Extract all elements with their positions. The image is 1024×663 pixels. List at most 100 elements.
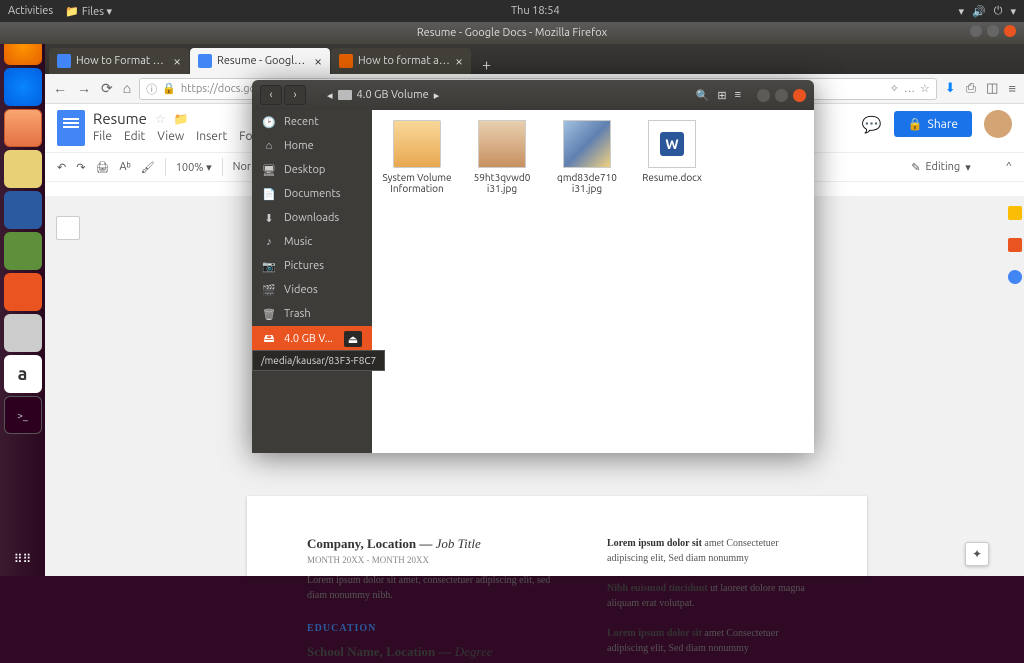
sidebar-item-trash[interactable]: 🗑Trash (252, 302, 372, 326)
sidebar-item-desktop[interactable]: 🖥Desktop (252, 158, 372, 182)
file-thumbnail (478, 120, 526, 168)
clock[interactable]: Thu 18:54 (112, 5, 958, 17)
paint-format-icon[interactable]: 🖌 (141, 161, 155, 174)
file-item[interactable]: System Volume Information (382, 120, 452, 194)
tab-close-icon[interactable]: × (173, 53, 181, 69)
forward-button[interactable]: → (77, 80, 91, 97)
downloads-icon[interactable]: ⬇ (945, 81, 956, 96)
sidebar-icon[interactable]: ◫ (986, 81, 998, 96)
docs-logo-icon[interactable] (57, 110, 85, 146)
file-thumbnail (563, 120, 611, 168)
maximize-button[interactable] (987, 25, 999, 37)
print-icon[interactable]: 🖨 (95, 161, 109, 174)
files-forward-button[interactable]: › (284, 85, 306, 105)
comments-icon[interactable]: 💬 (862, 115, 882, 134)
bookmark-star-icon[interactable]: ☆ (920, 82, 930, 95)
editing-mode-button[interactable]: ✎Editing▾ (901, 161, 981, 174)
explore-button[interactable]: ✦ (965, 542, 989, 566)
amazon-launcher[interactable]: a (4, 355, 42, 393)
document-title[interactable]: Resume (93, 110, 147, 127)
star-icon[interactable]: ☆ (155, 112, 166, 126)
file-item[interactable]: qmd83de710i31.jpg (552, 120, 622, 194)
help-launcher[interactable] (4, 314, 42, 352)
reload-button[interactable]: ⟳ (101, 80, 113, 97)
files-launcher[interactable] (4, 109, 42, 147)
file-item[interactable]: Resume.docx (637, 120, 707, 194)
sidebar-item-downloads[interactable]: ⬇Downloads (252, 206, 372, 230)
libreoffice-calc-launcher[interactable] (4, 232, 42, 270)
tab-close-icon[interactable]: × (314, 53, 322, 69)
new-tab-button[interactable]: + (472, 56, 501, 74)
view-grid-icon[interactable]: ⊞ (717, 89, 726, 102)
menu-view[interactable]: View (157, 130, 184, 143)
files-back-button[interactable]: ‹ (260, 85, 282, 105)
sidebar-item-recent[interactable]: 🕑Recent (252, 110, 372, 134)
menu-file[interactable]: File (93, 130, 112, 143)
gnome-topbar: Activities 📁Files ▾ Thu 18:54 ▾ 🔊 ⏻ ▾ (0, 0, 1024, 22)
document-page[interactable]: Company, Location — Job Title MONTH 20XX… (247, 496, 867, 576)
redo-icon[interactable]: ↷ (76, 161, 85, 174)
tasks-addon-icon[interactable] (1008, 270, 1022, 284)
sidebar-item-music[interactable]: ♪Music (252, 230, 372, 254)
files-maximize-button[interactable] (775, 89, 788, 102)
browser-tab[interactable]: How to Format USB Dri...× (49, 48, 189, 74)
file-item[interactable]: 59ht3qvwd0i31.jpg (467, 120, 537, 194)
power-icon[interactable]: ⏻ (994, 5, 1003, 18)
home-button[interactable]: ⌂ (123, 80, 131, 97)
file-thumbnail (648, 120, 696, 168)
files-sidebar: 🕑Recent⌂Home🖥Desktop📄Documents⬇Downloads… (252, 110, 372, 453)
files-minimize-button[interactable] (757, 89, 770, 102)
library-icon[interactable]: ⎙ (966, 81, 976, 96)
back-button[interactable]: ← (53, 80, 67, 97)
menu-icon[interactable]: ≡ (1008, 81, 1016, 96)
zoom-select[interactable]: 100% ▾ (176, 161, 212, 174)
volume-icon[interactable]: 🔊 (972, 5, 986, 18)
browser-tab-active[interactable]: Resume - Google Docs× (190, 48, 330, 74)
view-options-icon[interactable]: ≡ (735, 89, 741, 101)
path-bar[interactable]: ◂ 4.0 GB Volume ▸ (312, 89, 690, 102)
sidebar-volume-active[interactable]: 🖴 4.0 GB V... ⏏ (252, 326, 372, 352)
eject-icon[interactable]: ⏏ (344, 331, 362, 347)
drive-icon: 🖴 (262, 332, 276, 346)
terminal-launcher[interactable]: >_ (4, 396, 42, 434)
sidebar-item-home[interactable]: ⌂Home (252, 134, 372, 158)
sidebar-item-videos[interactable]: 🎬Videos (252, 278, 372, 302)
files-content-area[interactable]: System Volume Information59ht3qvwd0i31.j… (372, 110, 814, 453)
system-menu-icon[interactable]: ▾ (1010, 5, 1016, 18)
rhythmbox-launcher[interactable] (4, 150, 42, 188)
spellcheck-icon[interactable]: Aᵇ (119, 161, 130, 173)
outline-toggle-icon[interactable] (56, 216, 80, 240)
window-titlebar: Resume - Google Docs - Mozilla Firefox (0, 22, 1024, 44)
tab-close-icon[interactable]: × (455, 53, 463, 69)
lock-icon: 🔒 (908, 117, 923, 131)
activities-button[interactable]: Activities (8, 5, 53, 17)
move-folder-icon[interactable]: 📁 (174, 112, 189, 126)
software-launcher[interactable] (4, 273, 42, 311)
libreoffice-writer-launcher[interactable] (4, 191, 42, 229)
menu-insert[interactable]: Insert (196, 130, 227, 143)
undo-icon[interactable]: ↶ (57, 161, 66, 174)
show-apps-icon[interactable]: ⠿⠿ (14, 552, 32, 566)
minimize-button[interactable] (970, 25, 982, 37)
lock-icon: 🔒 (162, 82, 176, 95)
sidebar-item-pictures[interactable]: 📷Pictures (252, 254, 372, 278)
network-icon[interactable]: ▾ (959, 5, 965, 18)
path-tooltip: /media/kausar/83F3-F8C7 (252, 350, 385, 371)
search-icon[interactable]: 🔍 (696, 89, 710, 102)
thunderbird-launcher[interactable] (4, 68, 42, 106)
app-menu[interactable]: 📁Files ▾ (65, 5, 112, 18)
info-icon[interactable]: ⓘ (146, 81, 157, 97)
tab-strip: How to Format USB Dri...× Resume - Googl… (45, 44, 1024, 74)
account-avatar[interactable] (984, 110, 1012, 138)
keep-addon-icon[interactable] (1008, 238, 1022, 252)
close-button[interactable] (1004, 25, 1016, 37)
calendar-addon-icon[interactable] (1008, 206, 1022, 220)
files-close-button[interactable] (793, 89, 806, 102)
pencil-icon: ✎ (911, 161, 920, 174)
share-button[interactable]: 🔒Share (894, 111, 972, 137)
drive-icon (338, 90, 352, 100)
menu-edit[interactable]: Edit (124, 130, 145, 143)
sidebar-item-documents[interactable]: 📄Documents (252, 182, 372, 206)
collapse-icon[interactable]: ^ (1006, 161, 1012, 173)
browser-tab[interactable]: How to format a USB fl...× (331, 48, 471, 74)
